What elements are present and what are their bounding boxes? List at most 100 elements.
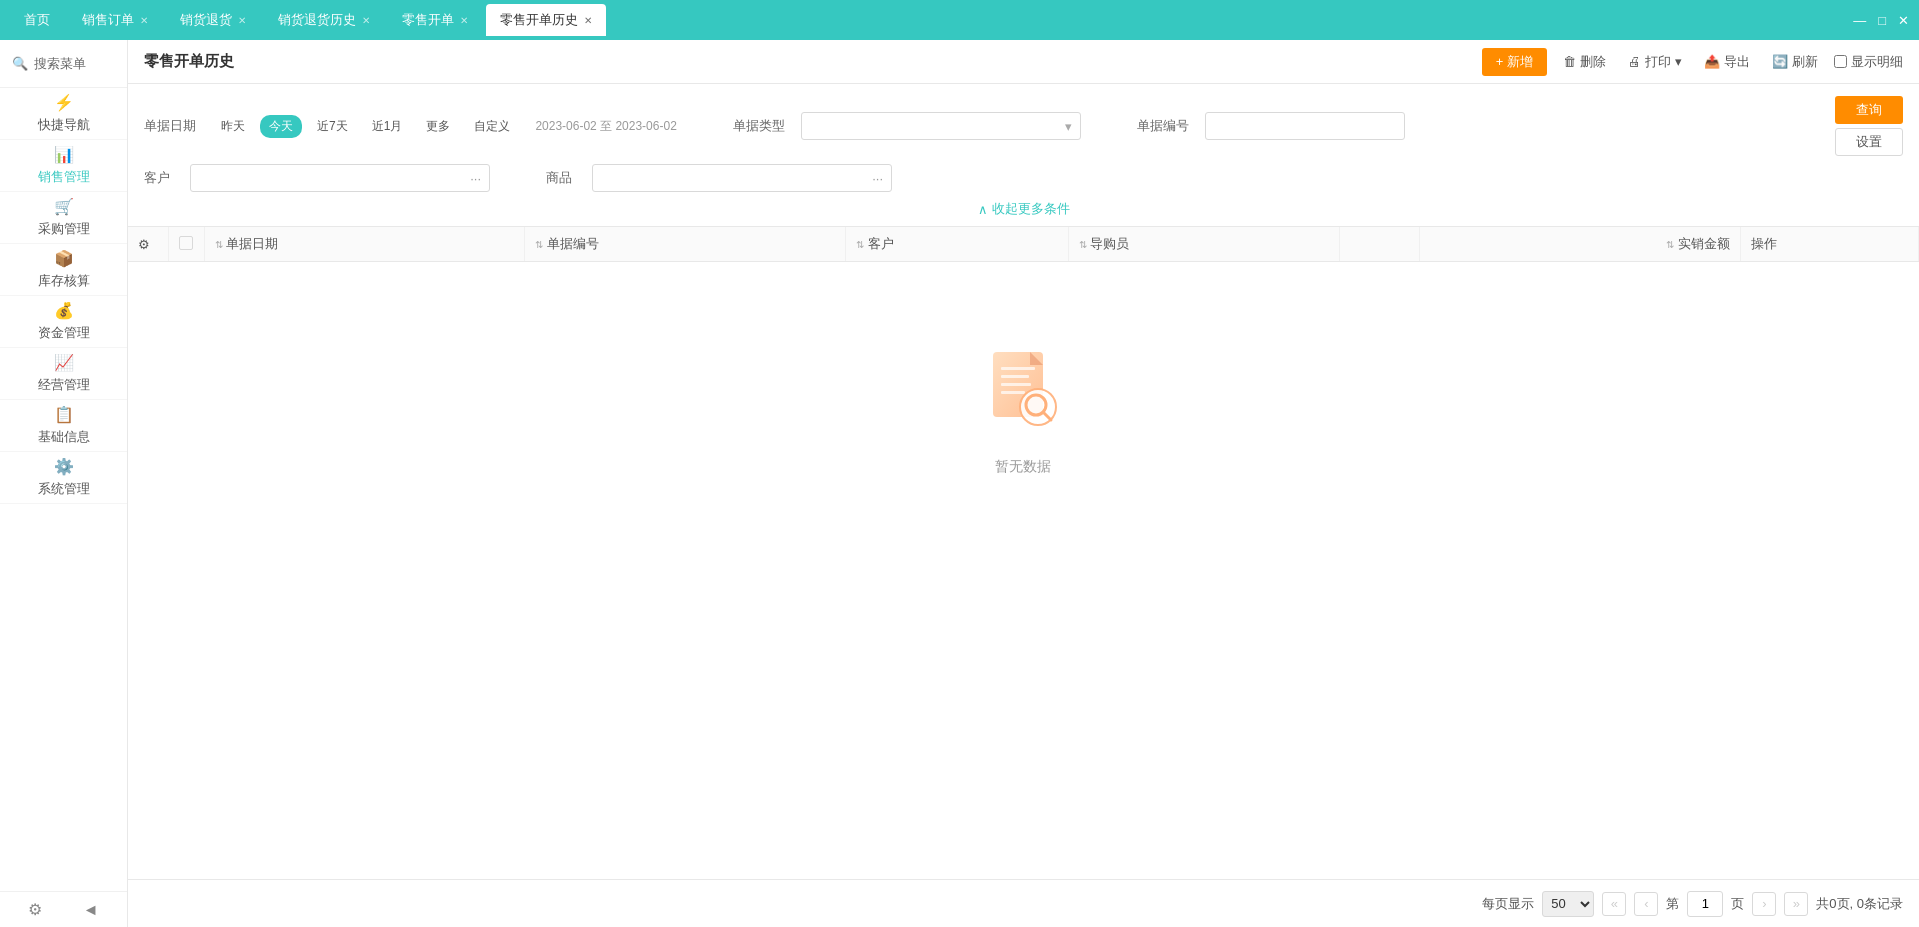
maximize-btn[interactable]: □ — [1878, 13, 1886, 28]
quick-nav-icon: ⚡ — [54, 93, 74, 112]
filter-area: 单据日期 昨天 今天 近7天 近1月 更多 自定义 2023-06-02 至 2… — [128, 84, 1919, 227]
today-btn[interactable]: 今天 — [260, 115, 302, 138]
select-all-checkbox[interactable] — [179, 236, 193, 250]
per-page-select[interactable]: 50 10 20 100 — [1542, 891, 1594, 917]
export-button[interactable]: 📤 导出 — [1698, 49, 1756, 75]
date-range-display: 2023-06-02 至 2023-06-02 — [535, 118, 676, 135]
last7-btn[interactable]: 近7天 — [308, 115, 357, 138]
customer-select[interactable]: ··· — [190, 164, 490, 192]
sales-mgmt-icon: 📊 — [54, 145, 74, 164]
prev-page-btn[interactable]: ‹ — [1634, 892, 1658, 916]
sort-date-icon: ⇅ — [215, 239, 223, 250]
col-checkbox[interactable] — [168, 227, 204, 262]
last-page-icon: » — [1793, 896, 1800, 911]
close-tab-sales-return-history[interactable]: ✕ — [362, 15, 370, 26]
svg-rect-2 — [1001, 375, 1029, 378]
collapse-btn[interactable]: ∧ 收起更多条件 — [144, 200, 1903, 218]
window-controls: — □ ✕ — [1853, 13, 1909, 28]
col-amount[interactable]: ⇅ 实销金额 — [1419, 227, 1740, 262]
sidebar-settings-icon[interactable]: ⚙ — [28, 900, 42, 919]
svg-rect-3 — [1001, 383, 1031, 386]
customer-dots-icon: ··· — [470, 171, 481, 186]
print-dropdown-icon: ▾ — [1675, 54, 1682, 69]
sort-docno-icon: ⇅ — [535, 239, 543, 250]
yesterday-btn[interactable]: 昨天 — [212, 115, 254, 138]
sidebar-item-operation[interactable]: 📈 经营管理 — [0, 348, 127, 400]
customer-label: 客户 — [144, 169, 170, 187]
sidebar-bottom: ⚙ ◄ — [0, 891, 127, 927]
page-unit: 页 — [1731, 895, 1744, 913]
sys-mgmt-icon: ⚙️ — [54, 457, 74, 476]
goods-label: 商品 — [546, 169, 572, 187]
last-page-btn[interactable]: » — [1784, 892, 1808, 916]
more-btn[interactable]: 更多 — [417, 115, 459, 138]
content-area: 零售开单历史 + 新增 🗑 删除 🖨 打印 ▾ 📤 导出 🔄 — [128, 40, 1919, 927]
tab-sales-return[interactable]: 销货退货 ✕ — [166, 4, 260, 36]
filter-row-2: 客户 ··· 商品 ··· — [144, 164, 1903, 192]
tab-retail-open-history[interactable]: 零售开单历史 ✕ — [486, 4, 606, 36]
close-btn[interactable]: ✕ — [1898, 13, 1909, 28]
next-page-btn[interactable]: › — [1752, 892, 1776, 916]
svg-rect-4 — [1001, 391, 1025, 394]
col-customer[interactable]: ⇅ 客户 — [846, 227, 1068, 262]
sidebar-item-inventory[interactable]: 📦 库存核算 — [0, 244, 127, 296]
col-salesperson[interactable]: ⇅ 导购员 — [1068, 227, 1340, 262]
settings-filter-button[interactable]: 设置 — [1835, 128, 1903, 156]
minimize-btn[interactable]: — — [1853, 13, 1866, 28]
empty-text: 暂无数据 — [995, 458, 1051, 476]
empty-state: 暂无数据 — [128, 262, 1919, 556]
close-tab-sales-return[interactable]: ✕ — [238, 15, 246, 26]
tab-sales-return-history[interactable]: 销货退货历史 ✕ — [264, 4, 384, 36]
sidebar-search[interactable]: 🔍 搜索菜单 — [0, 40, 127, 88]
tab-home[interactable]: 首页 — [10, 4, 64, 36]
sidebar-item-basic-info[interactable]: 📋 基础信息 — [0, 400, 127, 452]
sidebar: 🔍 搜索菜单 ⚡ 快捷导航 📊 销售管理 🛒 采购管理 📦 库存核算 💰 资金管… — [0, 40, 128, 927]
prev-page-icon: ‹ — [1644, 896, 1648, 911]
page-number-input[interactable] — [1687, 891, 1723, 917]
table-header-row: ⚙ ⇅ 单据日期 ⇅ 单据编号 — [128, 227, 1919, 262]
delete-icon: 🗑 — [1563, 54, 1576, 69]
close-tab-retail-open[interactable]: ✕ — [460, 15, 468, 26]
delete-button[interactable]: 🗑 删除 — [1557, 49, 1612, 75]
sidebar-item-quick-nav[interactable]: ⚡ 快捷导航 — [0, 88, 127, 140]
display-toggle[interactable]: 显示明细 — [1834, 53, 1903, 71]
last-month-btn[interactable]: 近1月 — [363, 115, 412, 138]
col-spacer — [1340, 227, 1420, 262]
close-tab-retail-open-history[interactable]: ✕ — [584, 15, 592, 26]
empty-illustration — [973, 342, 1073, 442]
doc-type-select[interactable]: ▾ — [801, 112, 1081, 140]
col-doc-no[interactable]: ⇅ 单据编号 — [525, 227, 846, 262]
export-icon: 📤 — [1704, 54, 1720, 69]
table-area: ⚙ ⇅ 单据日期 ⇅ 单据编号 — [128, 227, 1919, 879]
tab-sales-order[interactable]: 销售订单 ✕ — [68, 4, 162, 36]
date-shortcuts: 昨天 今天 近7天 近1月 更多 自定义 — [212, 115, 519, 138]
goods-select[interactable]: ··· — [592, 164, 892, 192]
print-button[interactable]: 🖨 打印 ▾ — [1622, 49, 1688, 75]
close-tab-sales-order[interactable]: ✕ — [140, 15, 148, 26]
doc-no-label: 单据编号 — [1137, 117, 1189, 135]
svg-rect-1 — [1001, 367, 1035, 370]
sidebar-item-finance[interactable]: 💰 资金管理 — [0, 296, 127, 348]
sidebar-collapse-icon[interactable]: ◄ — [83, 901, 99, 919]
tab-retail-open[interactable]: 零售开单 ✕ — [388, 4, 482, 36]
col-date[interactable]: ⇅ 单据日期 — [204, 227, 525, 262]
doc-no-input[interactable] — [1205, 112, 1405, 140]
doc-type-label: 单据类型 — [733, 117, 785, 135]
first-page-btn[interactable]: « — [1602, 892, 1626, 916]
refresh-button[interactable]: 🔄 刷新 — [1766, 49, 1824, 75]
display-checkbox[interactable] — [1834, 55, 1847, 68]
custom-btn[interactable]: 自定义 — [465, 115, 519, 138]
col-settings[interactable]: ⚙ — [128, 227, 168, 262]
settings-icon: ⚙ — [138, 237, 150, 252]
add-button[interactable]: + 新增 — [1482, 48, 1547, 76]
data-table: ⚙ ⇅ 单据日期 ⇅ 单据编号 — [128, 227, 1919, 556]
col-action: 操作 — [1740, 227, 1918, 262]
sidebar-item-sys-mgmt[interactable]: ⚙️ 系统管理 — [0, 452, 127, 504]
query-button[interactable]: 查询 — [1835, 96, 1903, 124]
sidebar-item-sales-mgmt[interactable]: 📊 销售管理 — [0, 140, 127, 192]
total-info: 共0页, 0条记录 — [1816, 895, 1903, 913]
operation-icon: 📈 — [54, 353, 74, 372]
sidebar-item-purchase-mgmt[interactable]: 🛒 采购管理 — [0, 192, 127, 244]
finance-icon: 💰 — [54, 301, 74, 320]
first-page-icon: « — [1611, 896, 1618, 911]
